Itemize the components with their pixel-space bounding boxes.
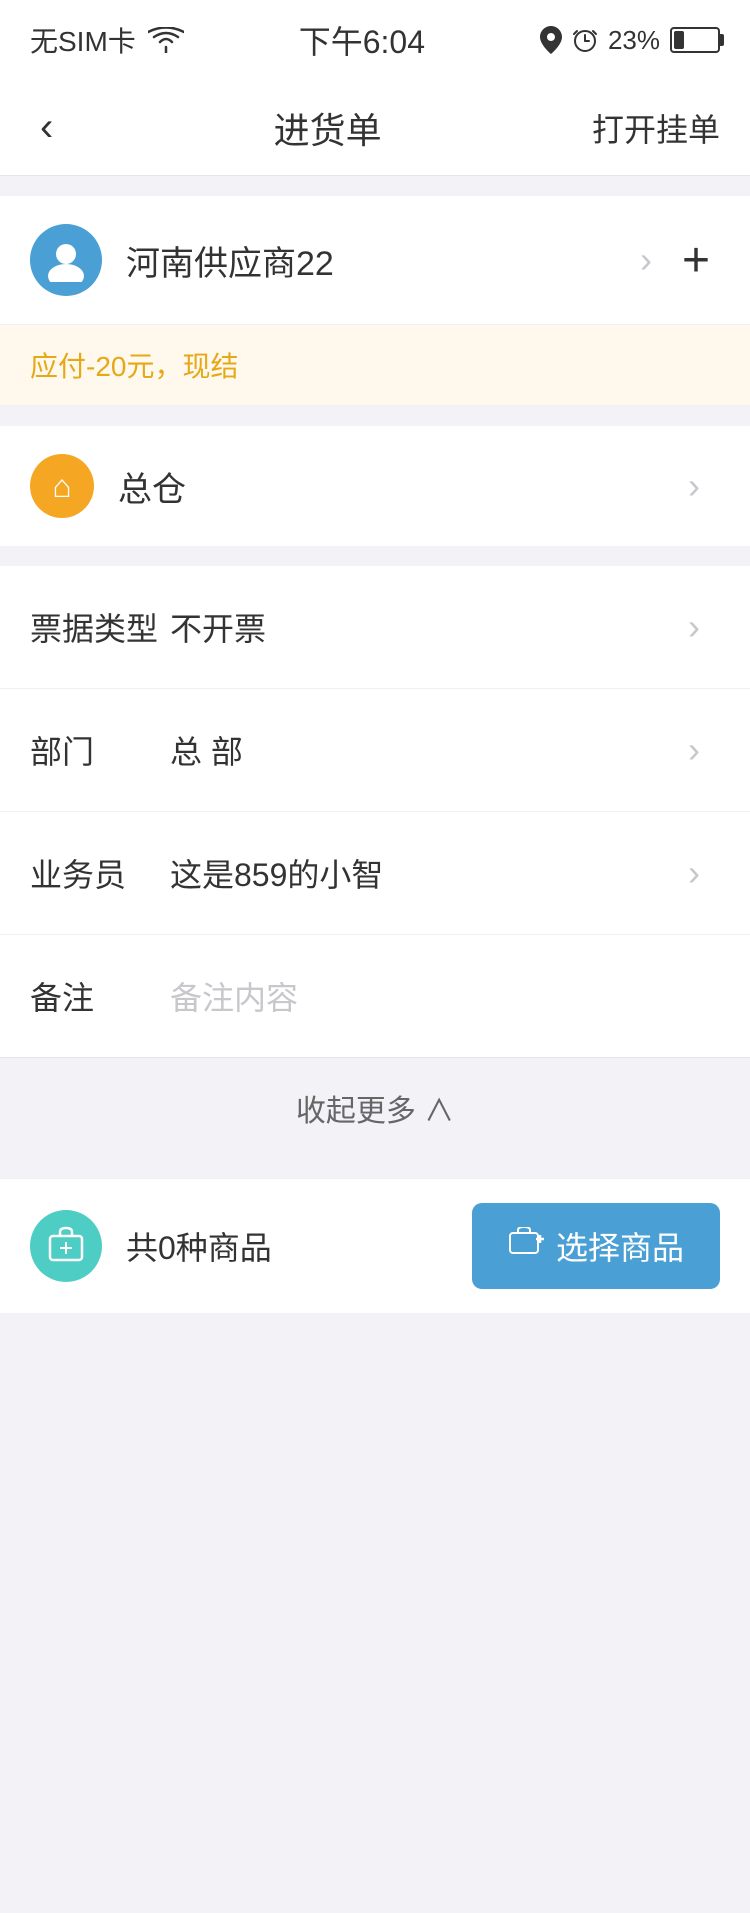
section-gap-1 <box>0 176 750 196</box>
salesman-chevron-icon: › <box>688 852 700 894</box>
dept-value: 总 部 <box>170 727 688 773</box>
product-bar: 共0种商品 选择商品 <box>0 1178 750 1313</box>
warehouse-chevron-icon: › <box>688 465 700 507</box>
house-icon: ⌂ <box>52 468 71 505</box>
select-cart-svg <box>508 1227 544 1257</box>
note-label: 备注 <box>30 973 170 1019</box>
status-right: 23% <box>540 25 720 56</box>
warehouse-card: ⌂ 总仓 › <box>0 426 750 546</box>
ticket-chevron-icon: › <box>688 606 700 648</box>
main-content <box>0 1313 750 1913</box>
back-button[interactable]: ‹ <box>30 95 63 160</box>
product-icon-wrap <box>30 1210 102 1282</box>
carrier-text: 无SIM卡 <box>30 20 136 60</box>
warehouse-icon-wrap: ⌂ <box>30 454 94 518</box>
product-count: 共0种商品 <box>126 1223 472 1269</box>
page-title: 进货单 <box>274 102 382 154</box>
cart-icon <box>46 1226 86 1266</box>
alert-text: 应付-20元，现结 <box>30 351 238 382</box>
section-gap-3 <box>0 546 750 566</box>
wifi-icon <box>148 27 184 53</box>
ticket-type-row[interactable]: 票据类型 不开票 › <box>0 566 750 688</box>
select-cart-icon <box>508 1227 544 1266</box>
warehouse-name: 总仓 <box>118 462 688 511</box>
status-left: 无SIM卡 <box>30 20 184 60</box>
section-gap-2 <box>0 406 750 426</box>
supplier-avatar <box>30 224 102 296</box>
battery-fill <box>674 31 684 49</box>
salesman-row[interactable]: 业务员 这是859的小智 › <box>0 811 750 934</box>
select-goods-button[interactable]: 选择商品 <box>472 1203 720 1289</box>
add-button[interactable]: + <box>672 233 720 288</box>
supplier-name: 河南供应商22 <box>126 236 640 285</box>
avatar-icon <box>44 238 88 282</box>
dept-row[interactable]: 部门 总 部 › <box>0 688 750 811</box>
dept-label: 部门 <box>30 727 170 773</box>
ticket-type-value: 不开票 <box>170 604 688 650</box>
supplier-row[interactable]: 河南供应商22 › + <box>0 196 750 325</box>
status-bar: 无SIM卡 下午6:04 23% <box>0 0 750 80</box>
battery-percent: 23% <box>608 25 660 56</box>
supplier-chevron-icon: › <box>640 239 652 281</box>
open-pending-button[interactable]: 打开挂单 <box>592 105 720 151</box>
alert-bar: 应付-20元，现结 <box>0 325 750 406</box>
form-card: 票据类型 不开票 › 部门 总 部 › 业务员 这是859的小智 › 备注 备注… <box>0 566 750 1057</box>
salesman-value: 这是859的小智 <box>170 850 688 896</box>
status-time: 下午6:04 <box>299 17 425 63</box>
note-row[interactable]: 备注 备注内容 <box>0 934 750 1057</box>
collapse-button[interactable]: 收起更多 ∧ <box>0 1057 750 1158</box>
select-goods-label: 选择商品 <box>556 1223 684 1269</box>
location-icon <box>540 26 562 54</box>
ticket-type-label: 票据类型 <box>30 604 170 650</box>
battery-icon <box>670 27 720 53</box>
dept-chevron-icon: › <box>688 729 700 771</box>
nav-bar: ‹ 进货单 打开挂单 <box>0 80 750 176</box>
alarm-icon <box>572 27 598 53</box>
supplier-card: 河南供应商22 › + 应付-20元，现结 <box>0 196 750 406</box>
note-input[interactable]: 备注内容 <box>170 973 720 1019</box>
salesman-label: 业务员 <box>30 850 170 896</box>
warehouse-row[interactable]: ⌂ 总仓 › <box>0 426 750 546</box>
